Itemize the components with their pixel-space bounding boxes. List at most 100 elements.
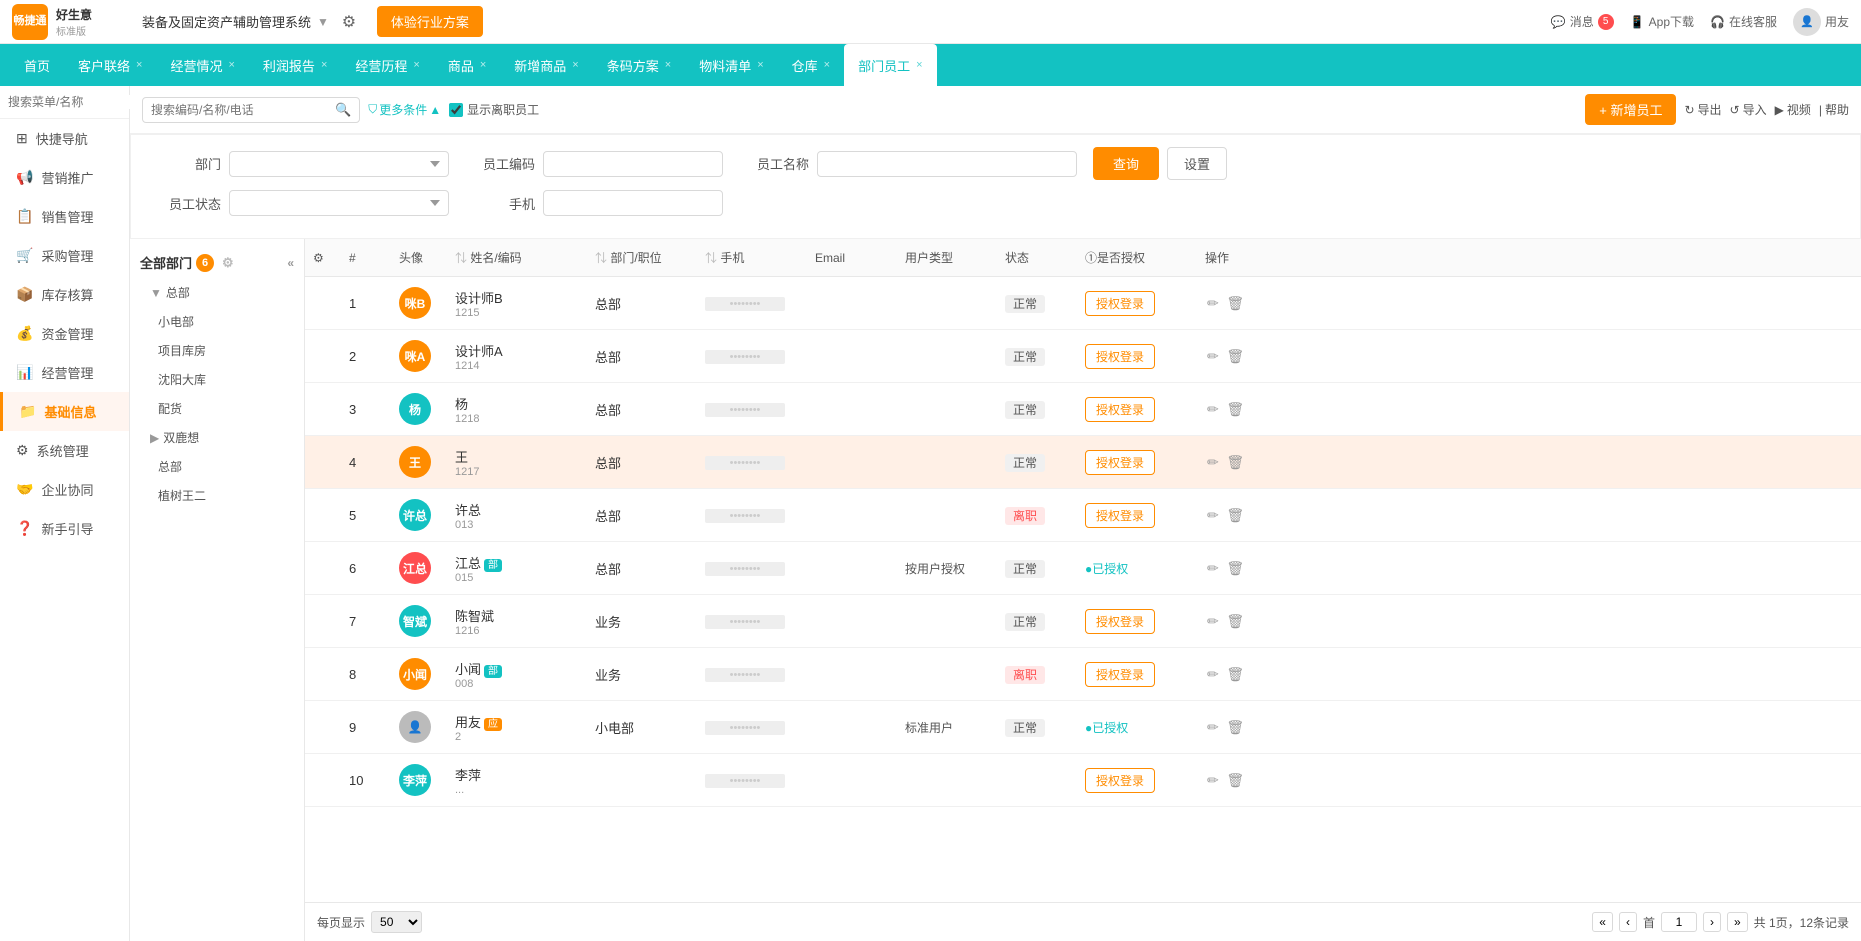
edit-button[interactable]: ✏ [1205, 505, 1221, 526]
dept-item-peihuo[interactable]: 配货 [130, 394, 304, 423]
tab-history[interactable]: 经营历程 × [341, 44, 433, 86]
sidebar-item-operation-mgmt[interactable]: 📊 经营管理 [0, 353, 129, 392]
dept-item-shenyangdaku[interactable]: 沈阳大库 [130, 365, 304, 394]
tab-new-goods[interactable]: 新增商品 × [500, 44, 592, 86]
more-conditions-btn[interactable]: ⛉ 更多条件 ▲ [368, 101, 441, 118]
dept-item-xiaodianbu[interactable]: 小电部 [130, 307, 304, 336]
close-icon[interactable]: × [228, 59, 234, 71]
message-btn[interactable]: 💬 消息 5 [1551, 13, 1614, 30]
delete-button[interactable]: 🗑 [1224, 452, 1246, 473]
next-page-btn[interactable]: › [1703, 912, 1721, 932]
edit-button[interactable]: ✏ [1205, 664, 1221, 685]
status-select[interactable] [229, 190, 449, 216]
auth-login-button[interactable]: 授权登录 [1085, 768, 1155, 793]
sort-icon3[interactable]: ⇅ [705, 251, 717, 265]
sidebar-item-basic[interactable]: 📁 基础信息 [0, 392, 129, 431]
dept-item-shuangluxiang[interactable]: ▶ 双鹿想 [130, 423, 304, 452]
tab-bom[interactable]: 物料清单 × [685, 44, 777, 86]
col-settings-icon[interactable]: ⚙ [313, 251, 324, 265]
tab-goods[interactable]: 商品 × [434, 44, 500, 86]
delete-button[interactable]: 🗑 [1224, 717, 1246, 738]
tab-home[interactable]: 首页 [10, 44, 64, 86]
dept-select[interactable] [229, 151, 449, 177]
edit-button[interactable]: ✏ [1205, 558, 1221, 579]
first-page-btn[interactable]: « [1592, 912, 1613, 932]
help-button[interactable]: | 帮助 [1819, 101, 1849, 118]
add-employee-button[interactable]: + 新增员工 [1585, 94, 1676, 125]
dept-item-zongbu[interactable]: 总部 [130, 452, 304, 481]
query-button[interactable]: 查询 [1093, 147, 1159, 180]
prev-page-btn[interactable]: ‹ [1619, 912, 1637, 932]
close-icon[interactable]: × [665, 59, 671, 71]
edit-button[interactable]: ✏ [1205, 346, 1221, 367]
view-button[interactable]: ▶ 视频 [1775, 101, 1811, 118]
system-dropdown-icon[interactable]: ▼ [317, 15, 329, 29]
edit-button[interactable]: ✏ [1205, 611, 1221, 632]
tab-profit[interactable]: 利润报告 × [249, 44, 341, 86]
sidebar-item-sales[interactable]: 📋 销售管理 [0, 197, 129, 236]
dept-item-zhishu[interactable]: 植树王二 [130, 481, 304, 510]
delete-button[interactable]: 🗑 [1224, 664, 1246, 685]
sidebar-item-shortcut[interactable]: ⊞ 快捷导航 [0, 119, 129, 158]
sidebar-item-marketing[interactable]: 📢 营销推广 [0, 158, 129, 197]
last-page-btn[interactable]: » [1727, 912, 1748, 932]
phone-input[interactable] [543, 190, 723, 216]
user-avatar[interactable]: 👤 用友 [1793, 8, 1849, 36]
edit-button[interactable]: ✏ [1205, 293, 1221, 314]
delete-button[interactable]: 🗑 [1224, 293, 1246, 314]
sidebar-item-corp[interactable]: 🤝 企业协同 [0, 470, 129, 509]
tab-warehouse[interactable]: 仓库 × [778, 44, 844, 86]
app-download-btn[interactable]: 📱 App下载 [1630, 13, 1694, 30]
edit-button[interactable]: ✏ [1205, 717, 1221, 738]
delete-button[interactable]: 🗑 [1224, 399, 1246, 420]
close-icon[interactable]: × [136, 59, 142, 71]
settings-icon[interactable]: ⚙ [335, 8, 363, 36]
auth-login-button[interactable]: 授权登录 [1085, 503, 1155, 528]
delete-button[interactable]: 🗑 [1224, 558, 1246, 579]
close-icon-active[interactable]: × [916, 59, 922, 71]
search-input[interactable] [151, 103, 331, 117]
delete-button[interactable]: 🗑 [1224, 770, 1246, 791]
auth-login-button[interactable]: 授权登录 [1085, 609, 1155, 634]
import-button[interactable]: ↺ 导入 [1730, 101, 1767, 118]
close-icon[interactable]: × [572, 59, 578, 71]
close-icon[interactable]: × [413, 59, 419, 71]
sort-icon2[interactable]: ⇅ [595, 251, 607, 265]
page-size-select[interactable]: 50 100 200 [371, 911, 422, 933]
empname-input[interactable] [817, 151, 1077, 177]
page-number-input[interactable] [1661, 912, 1697, 932]
close-icon[interactable]: × [824, 59, 830, 71]
tab-operation[interactable]: 经营情况 × [156, 44, 248, 86]
dept-settings-icon[interactable]: ⚙ [222, 255, 234, 271]
tab-barcode[interactable]: 条码方案 × [593, 44, 685, 86]
dept-all-label[interactable]: 全部部门 [140, 253, 192, 272]
dept-item-zongbu-parent[interactable]: ▼ 总部 [130, 278, 304, 307]
sort-icon[interactable]: ⇅ [455, 251, 467, 265]
set-button[interactable]: 设置 [1167, 147, 1227, 180]
auth-login-button[interactable]: 授权登录 [1085, 662, 1155, 687]
dept-item-xiangmukufang[interactable]: 项目库房 [130, 336, 304, 365]
online-service-btn[interactable]: 🎧 在线客服 [1710, 13, 1777, 30]
edit-button[interactable]: ✏ [1205, 770, 1221, 791]
close-icon[interactable]: × [480, 59, 486, 71]
collapse-icon[interactable]: « [287, 256, 294, 270]
empcode-input[interactable] [543, 151, 723, 177]
edit-button[interactable]: ✏ [1205, 452, 1221, 473]
sidebar-item-guide[interactable]: ❓ 新手引导 [0, 509, 129, 548]
edit-button[interactable]: ✏ [1205, 399, 1221, 420]
auth-login-button[interactable]: 授权登录 [1085, 450, 1155, 475]
delete-button[interactable]: 🗑 [1224, 346, 1246, 367]
auth-login-button[interactable]: 授权登录 [1085, 344, 1155, 369]
close-icon[interactable]: × [321, 59, 327, 71]
delete-button[interactable]: 🗑 [1224, 505, 1246, 526]
sidebar-item-finance[interactable]: 💰 资金管理 [0, 314, 129, 353]
export-button[interactable]: ↻ 导出 [1684, 101, 1721, 118]
delete-button[interactable]: 🗑 [1224, 611, 1246, 632]
tab-staff[interactable]: 部门员工 × [844, 44, 936, 86]
close-icon[interactable]: × [757, 59, 763, 71]
tab-customer[interactable]: 客户联络 × [64, 44, 156, 86]
auth-login-button[interactable]: 授权登录 [1085, 397, 1155, 422]
trial-button[interactable]: 体验行业方案 [377, 6, 483, 37]
auth-login-button[interactable]: 授权登录 [1085, 291, 1155, 316]
sidebar-item-inventory[interactable]: 📦 库存核算 [0, 275, 129, 314]
